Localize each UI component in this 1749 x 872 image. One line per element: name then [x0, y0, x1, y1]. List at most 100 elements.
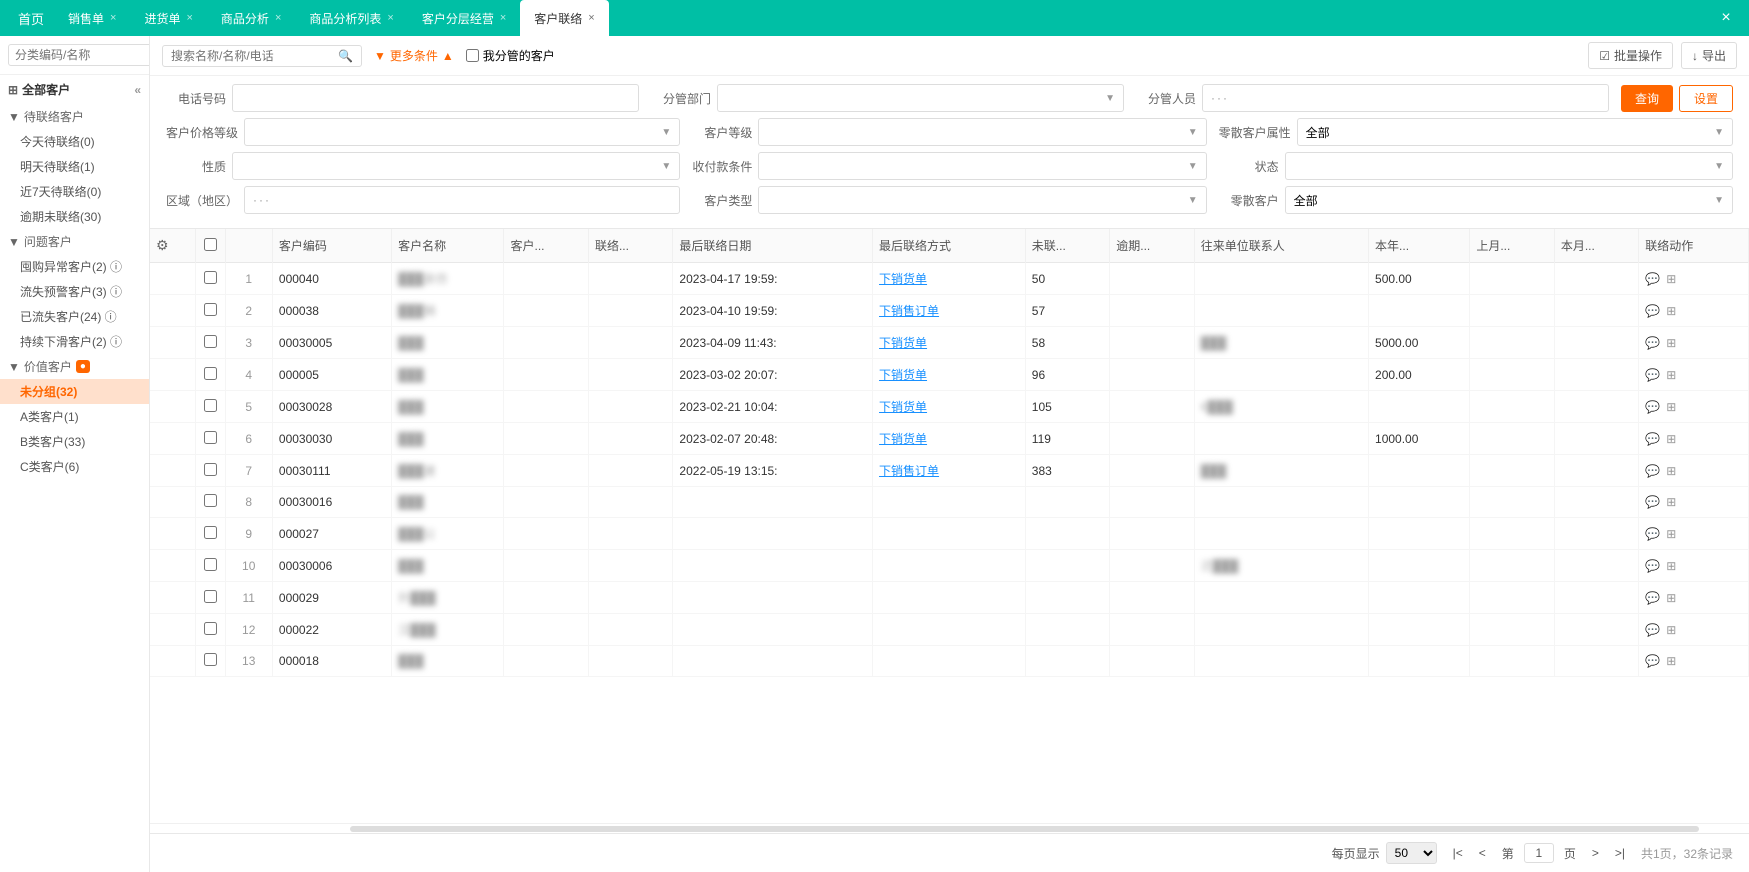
row-checkbox-cell[interactable]: [195, 455, 225, 487]
status-select[interactable]: ▼: [1285, 152, 1733, 180]
grid-action-icon[interactable]: ⊞: [1666, 272, 1676, 286]
row-checkbox[interactable]: [204, 431, 217, 444]
sidebar-item-churned[interactable]: 已流失客户(24) ⓘ: [0, 304, 149, 329]
chat-icon[interactable]: 💬: [1645, 527, 1660, 541]
page-prev-btn[interactable]: <: [1473, 844, 1492, 862]
last-contact-link[interactable]: 下销货单: [879, 336, 927, 350]
row-checkbox-cell[interactable]: [195, 359, 225, 391]
nav-tab-customer-contact[interactable]: 客户联络 ×: [520, 0, 608, 36]
nature-select[interactable]: ▼: [232, 152, 680, 180]
chat-icon[interactable]: 💬: [1645, 559, 1660, 573]
sidebar-group-pending[interactable]: ▼ 待联络客户: [0, 104, 149, 129]
row-checkbox-cell[interactable]: [195, 423, 225, 455]
grid-action-icon[interactable]: ⊞: [1666, 464, 1676, 478]
last-contact-date-col-header[interactable]: 最后联络日期: [673, 229, 873, 263]
price-level-select[interactable]: ▼: [244, 118, 680, 146]
last-contact-link[interactable]: 下销货单: [879, 432, 927, 446]
chat-icon[interactable]: 💬: [1645, 495, 1660, 509]
export-button[interactable]: ↓ 导出: [1681, 42, 1737, 69]
row-checkbox[interactable]: [204, 367, 217, 380]
last-contact-type-cell[interactable]: 下销售订单: [873, 295, 1026, 327]
nav-tab-customer-tier[interactable]: 客户分层经营 ×: [408, 0, 520, 36]
customer-type-select[interactable]: ▼: [758, 186, 1206, 214]
close-analysis-list-tab[interactable]: ×: [387, 12, 393, 24]
row-checkbox[interactable]: [204, 622, 217, 635]
settings-col-header[interactable]: ⚙: [150, 229, 195, 263]
sidebar-all-customers[interactable]: ⊞ 全部客户 «: [0, 75, 149, 104]
close-purchase-tab[interactable]: ×: [186, 12, 192, 24]
grid-action-icon[interactable]: ⊞: [1666, 495, 1676, 509]
last-contact-link[interactable]: 下销货单: [879, 272, 927, 286]
sidebar-item-tomorrow[interactable]: 明天待联络(1): [0, 154, 149, 179]
row-checkbox-cell[interactable]: [195, 518, 225, 550]
sidebar-item-7days[interactable]: 近7天待联络(0): [0, 179, 149, 204]
chat-icon[interactable]: 💬: [1645, 272, 1660, 286]
row-checkbox-cell[interactable]: [195, 295, 225, 327]
chat-icon[interactable]: 💬: [1645, 432, 1660, 446]
sidebar-item-class-c[interactable]: C类客户(6): [0, 454, 149, 479]
sidebar-item-unclassified[interactable]: 未分组(32): [0, 379, 149, 404]
grid-action-icon[interactable]: ⊞: [1666, 432, 1676, 446]
nav-tab-purchase[interactable]: 进货单 ×: [130, 0, 206, 36]
customer-level-select[interactable]: ▼: [758, 118, 1206, 146]
page-next-btn[interactable]: >: [1586, 844, 1605, 862]
grid-action-icon[interactable]: ⊞: [1666, 623, 1676, 637]
chat-icon[interactable]: 💬: [1645, 591, 1660, 605]
chat-icon[interactable]: 💬: [1645, 623, 1660, 637]
last-month-col-header[interactable]: 上月...: [1470, 229, 1554, 263]
overdue-col-header[interactable]: 逾期...: [1110, 229, 1194, 263]
reset-button[interactable]: 设置: [1679, 85, 1733, 112]
grid-action-icon[interactable]: ⊞: [1666, 654, 1676, 668]
nav-tab-sales[interactable]: 销售单 ×: [54, 0, 130, 36]
sidebar-collapse-icon[interactable]: «: [134, 83, 141, 97]
row-checkbox-cell[interactable]: [195, 263, 225, 295]
close-tier-tab[interactable]: ×: [500, 12, 506, 24]
row-checkbox-cell[interactable]: [195, 550, 225, 582]
row-checkbox-cell[interactable]: [195, 487, 225, 518]
nav-tab-analysis[interactable]: 商品分析 ×: [207, 0, 295, 36]
this-year-col-header[interactable]: 本年...: [1369, 229, 1470, 263]
row-checkbox[interactable]: [204, 653, 217, 666]
last-contact-type-cell[interactable]: 下销货单: [873, 423, 1026, 455]
grid-action-icon[interactable]: ⊞: [1666, 336, 1676, 350]
nav-home[interactable]: 首页: [8, 0, 54, 36]
code-col-header[interactable]: 客户编码: [272, 229, 391, 263]
row-checkbox-cell[interactable]: [195, 391, 225, 423]
name-col-header[interactable]: 客户名称: [392, 229, 504, 263]
current-page-display[interactable]: 1: [1524, 843, 1554, 863]
sidebar-item-churn-warning[interactable]: 流失预警客户(3) ⓘ: [0, 279, 149, 304]
row-checkbox[interactable]: [204, 335, 217, 348]
last-contact-link[interactable]: 下销货单: [879, 400, 927, 414]
main-search-input[interactable]: [171, 49, 338, 63]
select-all-col[interactable]: [195, 229, 225, 263]
sidebar-group-problem[interactable]: ▼ 问题客户: [0, 229, 149, 254]
nav-tab-analysis-list[interactable]: 商品分析列表 ×: [295, 0, 407, 36]
last-contact-type-cell[interactable]: 下销售订单: [873, 455, 1026, 487]
row-checkbox[interactable]: [204, 399, 217, 412]
scatter-attr-select[interactable]: 全部 ▼: [1297, 118, 1733, 146]
contacts-col-header[interactable]: 往来单位联系人: [1194, 229, 1368, 263]
batch-ops-button[interactable]: ☑ 批量操作: [1588, 42, 1673, 69]
grid-action-icon[interactable]: ⊞: [1666, 591, 1676, 605]
row-checkbox[interactable]: [204, 558, 217, 571]
last-contact-link[interactable]: 下销售订单: [879, 464, 939, 478]
contact-col-header[interactable]: 联络...: [588, 229, 672, 263]
scatter-customer-select[interactable]: 全部 ▼: [1285, 186, 1733, 214]
chat-icon[interactable]: 💬: [1645, 464, 1660, 478]
row-checkbox[interactable]: [204, 526, 217, 539]
select-all-checkbox[interactable]: [204, 238, 217, 251]
last-contact-link[interactable]: 下销售订单: [879, 304, 939, 318]
row-checkbox-cell[interactable]: [195, 614, 225, 646]
row-checkbox[interactable]: [204, 303, 217, 316]
sidebar-search-input[interactable]: [8, 44, 150, 66]
last-contact-link[interactable]: 下销货单: [879, 368, 927, 382]
sidebar-item-declining[interactable]: 持续下滑客户(2) ⓘ: [0, 329, 149, 354]
chat-icon[interactable]: 💬: [1645, 400, 1660, 414]
page-size-select[interactable]: 20 50 100: [1386, 842, 1437, 864]
my-customers-checkbox[interactable]: [466, 49, 479, 62]
settings-icon[interactable]: ⚙: [156, 237, 169, 253]
more-conditions-btn[interactable]: ▼ 更多条件 ▲: [374, 47, 454, 64]
phone-input[interactable]: [232, 84, 639, 112]
type-col-header[interactable]: 客户...: [504, 229, 588, 263]
row-checkbox-cell[interactable]: [195, 646, 225, 677]
